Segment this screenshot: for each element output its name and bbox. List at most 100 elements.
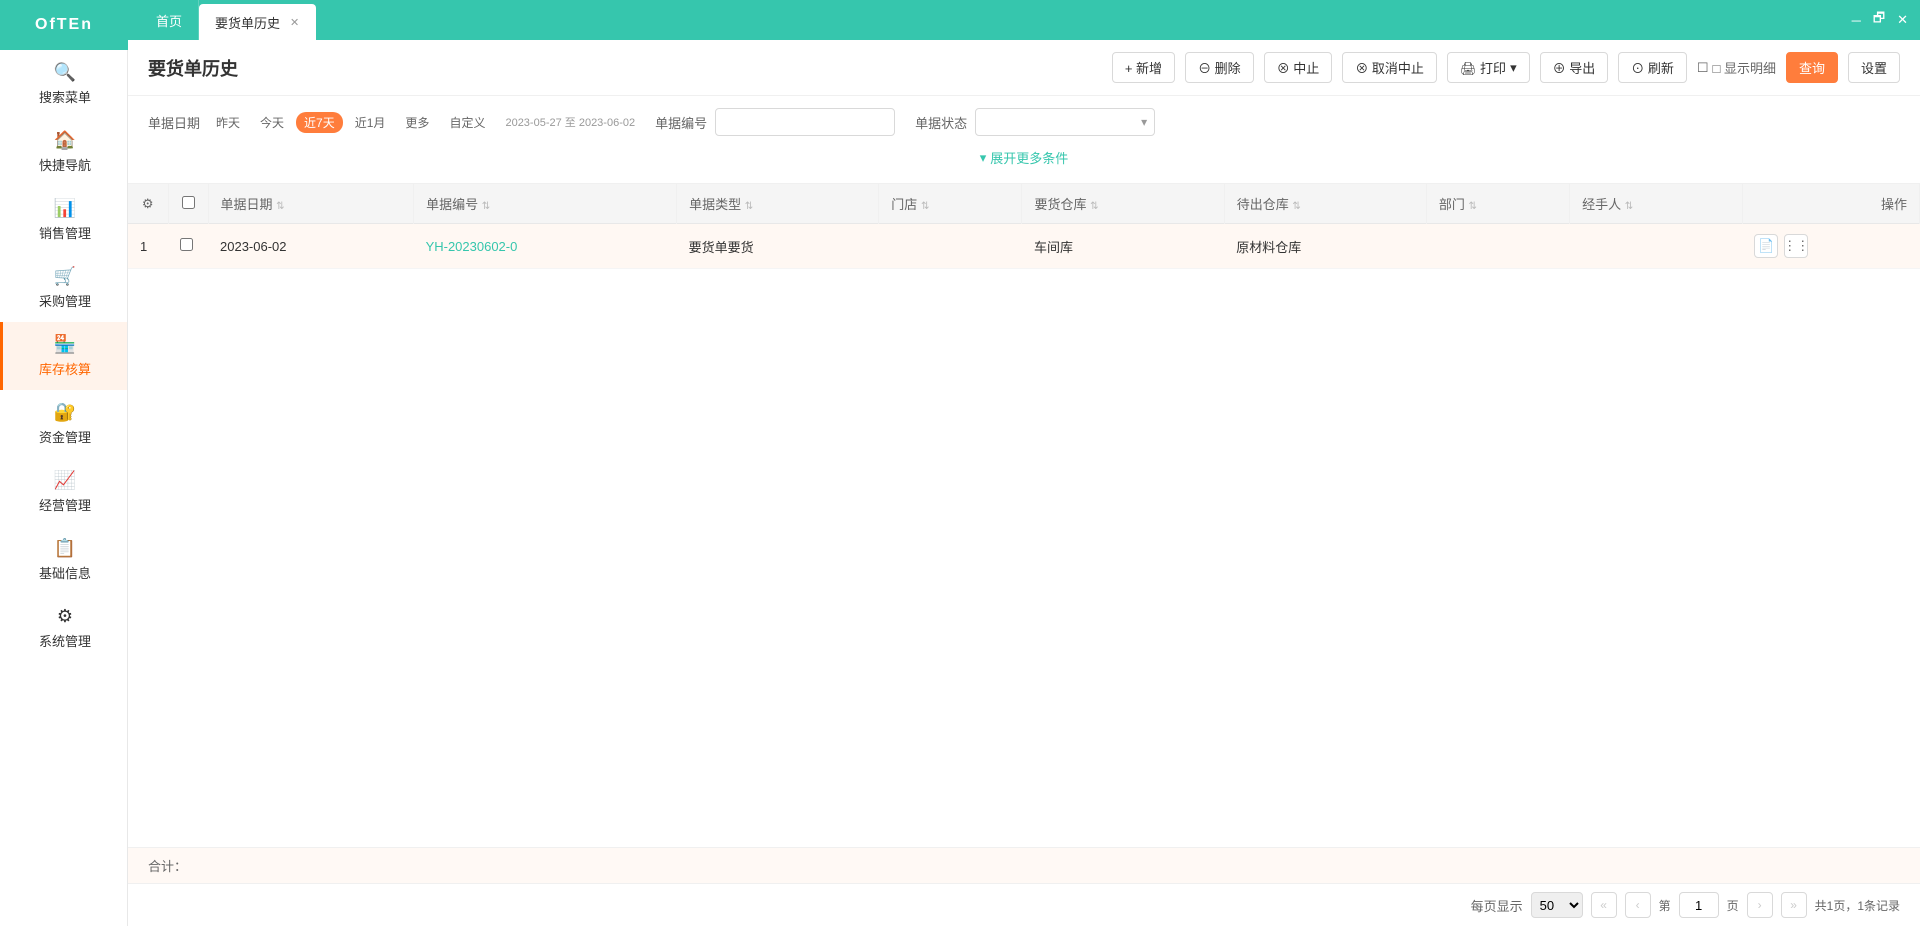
print-button[interactable]: 🖨 打印 ▾ — [1447, 52, 1530, 83]
th-doc-no-label: 单据编号 — [426, 197, 478, 212]
sidebar-item-basicinfo[interactable]: 📋 基础信息 — [0, 526, 127, 594]
next-page-btn[interactable]: › — [1747, 892, 1773, 918]
doc-no-link-0[interactable]: YH-20230602-0 — [426, 239, 518, 254]
date-btn-yesterday[interactable]: 昨天 — [208, 112, 248, 133]
summary-label: 合计： — [148, 856, 187, 875]
sales-icon: 📊 — [54, 198, 76, 219]
last-page-btn[interactable]: » — [1781, 892, 1807, 918]
cell-doc-no-0: YH-20230602-0 — [414, 224, 677, 269]
window-minimize-btn[interactable]: ─ — [1852, 13, 1861, 28]
table-footer: 合计： — [128, 847, 1920, 883]
page-size-select[interactable]: 50 20 100 200 — [1531, 892, 1583, 918]
page-input[interactable] — [1679, 892, 1719, 918]
th-doc-no[interactable]: 单据编号 — [414, 184, 677, 224]
table-container: ⚙ 单据日期 单据编号 单据类型 — [128, 184, 1920, 847]
th-pending-warehouse-label: 待出仓库 — [1237, 197, 1289, 212]
sidebar-item-search-label: 搜索菜单 — [39, 87, 91, 106]
sidebar-item-sales[interactable]: 📊 销售管理 — [0, 186, 127, 254]
sidebar-item-inventory-label: 库存核算 — [39, 359, 91, 378]
finance-icon: 🔐 — [54, 402, 76, 423]
sidebar-item-search[interactable]: 🔍 搜索菜单 — [0, 50, 127, 118]
header-row: ⚙ 单据日期 单据编号 单据类型 — [128, 184, 1920, 224]
stop-button-label: ⊗ 中止 — [1277, 58, 1320, 77]
expand-more-btn[interactable]: ▾ 展开更多条件 — [980, 144, 1069, 171]
cancel-stop-button-label: ⊗ 取消中止 — [1355, 58, 1424, 77]
stop-button[interactable]: ⊗ 中止 — [1264, 52, 1333, 83]
tab-yh-history-close[interactable]: ✕ — [290, 16, 299, 29]
date-btn-more[interactable]: 更多 — [397, 112, 437, 133]
toolbar: + 新增 ⊖ 删除 ⊗ 中止 ⊗ 取消中止 🖨 打印 ▾ ⊕ 导出 — [1112, 52, 1900, 83]
delete-button-label: ⊖ 删除 — [1198, 58, 1241, 77]
filter-group-status: 单据状态 草稿 已确认 已完成 — [915, 108, 1155, 136]
cell-department-0 — [1426, 224, 1569, 269]
basicinfo-icon: 📋 — [54, 538, 76, 559]
doc-no-input[interactable] — [715, 108, 895, 136]
expand-down-icon: ▾ — [980, 150, 987, 166]
expand-row: ▾ 展开更多条件 — [148, 144, 1900, 171]
row-checkbox-0[interactable] — [180, 238, 193, 251]
total-info: 共1页，1条记录 — [1815, 897, 1900, 914]
sidebar-item-system[interactable]: ⚙ 系统管理 — [0, 594, 127, 662]
page-size-label: 每页显示 — [1471, 896, 1523, 915]
cell-ops-0: 📄 ⋮⋮ — [1742, 224, 1919, 269]
sidebar-item-operations-label: 经营管理 — [39, 495, 91, 514]
row-edit-btn-0[interactable]: 📄 — [1754, 234, 1778, 258]
page-title: 要货单历史 — [148, 55, 1112, 81]
th-settings[interactable]: ⚙ — [128, 184, 168, 224]
date-btn-1month[interactable]: 近1月 — [347, 112, 394, 133]
th-operations: 操作 — [1742, 184, 1919, 224]
date-btn-7days[interactable]: 近7天 — [296, 112, 343, 133]
export-button[interactable]: ⊕ 导出 — [1540, 52, 1609, 83]
brand-logo: OfTEn — [0, 0, 128, 50]
window-restore-btn[interactable]: 🗗 — [1873, 9, 1885, 31]
first-page-btn[interactable]: « — [1591, 892, 1617, 918]
new-button[interactable]: + 新增 — [1112, 52, 1175, 83]
tab-home[interactable]: 首页 — [140, 0, 199, 40]
row-more-btn-0[interactable]: ⋮⋮ — [1784, 234, 1808, 258]
tab-home-label: 首页 — [156, 11, 182, 30]
doc-status-select[interactable]: 草稿 已确认 已完成 — [975, 108, 1155, 136]
sidebar-item-operations[interactable]: 📈 经营管理 — [0, 458, 127, 526]
th-req-warehouse-label: 要货仓库 — [1034, 197, 1086, 212]
prev-page-btn[interactable]: ‹ — [1625, 892, 1651, 918]
select-all-checkbox[interactable] — [182, 196, 195, 209]
filter-group-docno: 单据编号 — [655, 108, 895, 136]
topbar-right-controls: ─ 🗗 ✕ — [1852, 9, 1908, 31]
th-doc-date[interactable]: 单据日期 — [208, 184, 414, 224]
th-department-label: 部门 — [1439, 197, 1465, 212]
th-department[interactable]: 部门 — [1426, 184, 1569, 224]
search-icon: 🔍 — [54, 62, 76, 83]
delete-button[interactable]: ⊖ 删除 — [1185, 52, 1254, 83]
refresh-button-label: ⊙ 刷新 — [1631, 58, 1674, 77]
th-req-warehouse[interactable]: 要货仓库 — [1022, 184, 1224, 224]
sidebar-item-basicinfo-label: 基础信息 — [39, 563, 91, 582]
date-btn-custom[interactable]: 自定义 — [441, 112, 493, 133]
settings-button-label: 设置 — [1861, 58, 1887, 77]
sidebar-item-finance[interactable]: 🔐 资金管理 — [0, 390, 127, 458]
query-button[interactable]: 查询 — [1786, 52, 1838, 83]
sidebar-item-purchase-label: 采购管理 — [39, 291, 91, 310]
sidebar-item-system-label: 系统管理 — [39, 631, 91, 650]
th-pending-warehouse[interactable]: 待出仓库 — [1224, 184, 1426, 224]
th-doc-type[interactable]: 单据类型 — [677, 184, 879, 224]
date-btn-today[interactable]: 今天 — [252, 112, 292, 133]
th-handler-label: 经手人 — [1582, 197, 1621, 212]
th-store[interactable]: 门店 — [879, 184, 1022, 224]
brand-text: OfTEn — [35, 16, 93, 34]
settings-button[interactable]: 设置 — [1848, 52, 1900, 83]
cell-doc-type-0: 要货单要货 — [677, 224, 879, 269]
display-cells-btn[interactable]: ☐ □ 显示明细 — [1697, 58, 1776, 77]
th-doc-date-label: 单据日期 — [221, 197, 273, 212]
sidebar-item-inventory[interactable]: 🏪 库存核算 — [0, 322, 127, 390]
cell-handler-0 — [1570, 224, 1743, 269]
cell-req-warehouse-0: 车间库 — [1022, 224, 1224, 269]
sidebar-item-quicknav[interactable]: 🏠 快捷导航 — [0, 118, 127, 186]
sidebar-item-purchase[interactable]: 🛒 采购管理 — [0, 254, 127, 322]
cancel-stop-button[interactable]: ⊗ 取消中止 — [1342, 52, 1437, 83]
sidebar-item-quicknav-label: 快捷导航 — [39, 155, 91, 174]
th-handler[interactable]: 经手人 — [1570, 184, 1743, 224]
tab-yh-history[interactable]: 要货单历史 ✕ — [199, 4, 316, 40]
window-close-btn[interactable]: ✕ — [1897, 12, 1908, 28]
sidebar-item-sales-label: 销售管理 — [39, 223, 91, 242]
refresh-button[interactable]: ⊙ 刷新 — [1618, 52, 1687, 83]
